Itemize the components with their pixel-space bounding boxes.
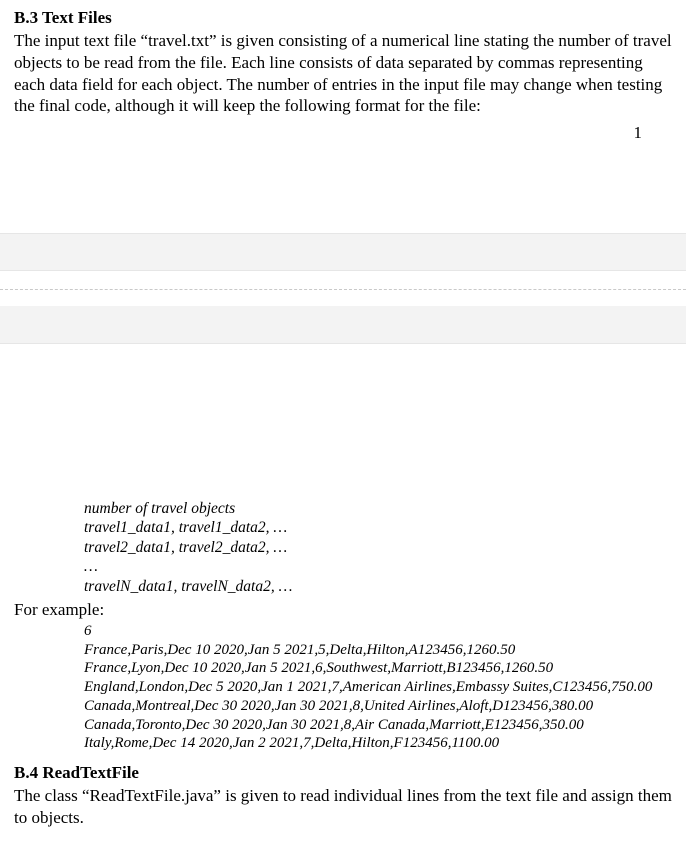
example-data-block: 6 France,Paris,Dec 10 2020,Jan 5 2021,5,… [84, 622, 672, 753]
example-row: England,London,Dec 5 2020,Jan 1 2021,7,A… [84, 678, 672, 697]
file-format-spec: number of travel objects travel1_data1, … [84, 499, 672, 596]
example-row: France,Paris,Dec 10 2020,Jan 5 2021,5,De… [84, 641, 672, 660]
page-separator-dashed [0, 289, 686, 290]
section-b4-paragraph: The class “ReadTextFile.java” is given t… [14, 785, 672, 829]
page-number: 1 [14, 123, 672, 143]
example-row: Italy,Rome,Dec 14 2020,Jan 2 2021,7,Delt… [84, 734, 672, 753]
section-heading-b3: B.3 Text Files [14, 8, 672, 28]
format-line: travelN_data1, travelN_data2, … [84, 577, 672, 596]
for-example-label: For example: [14, 600, 672, 620]
format-line: number of travel objects [84, 499, 672, 518]
page-gap-band-top [0, 233, 686, 271]
format-line: … [84, 557, 672, 576]
section-b3-paragraph: The input text file “travel.txt” is give… [14, 30, 672, 117]
example-row: France,Lyon,Dec 10 2020,Jan 5 2021,6,Sou… [84, 659, 672, 678]
page-gap-band-bottom [0, 306, 686, 344]
example-row: Canada,Montreal,Dec 30 2020,Jan 30 2021,… [84, 697, 672, 716]
example-row: Canada,Toronto,Dec 30 2020,Jan 30 2021,8… [84, 716, 672, 735]
format-line: travel1_data1, travel1_data2, … [84, 518, 672, 537]
format-line: travel2_data1, travel2_data2, … [84, 538, 672, 557]
section-heading-b4: B.4 ReadTextFile [14, 763, 672, 783]
example-count: 6 [84, 622, 672, 641]
